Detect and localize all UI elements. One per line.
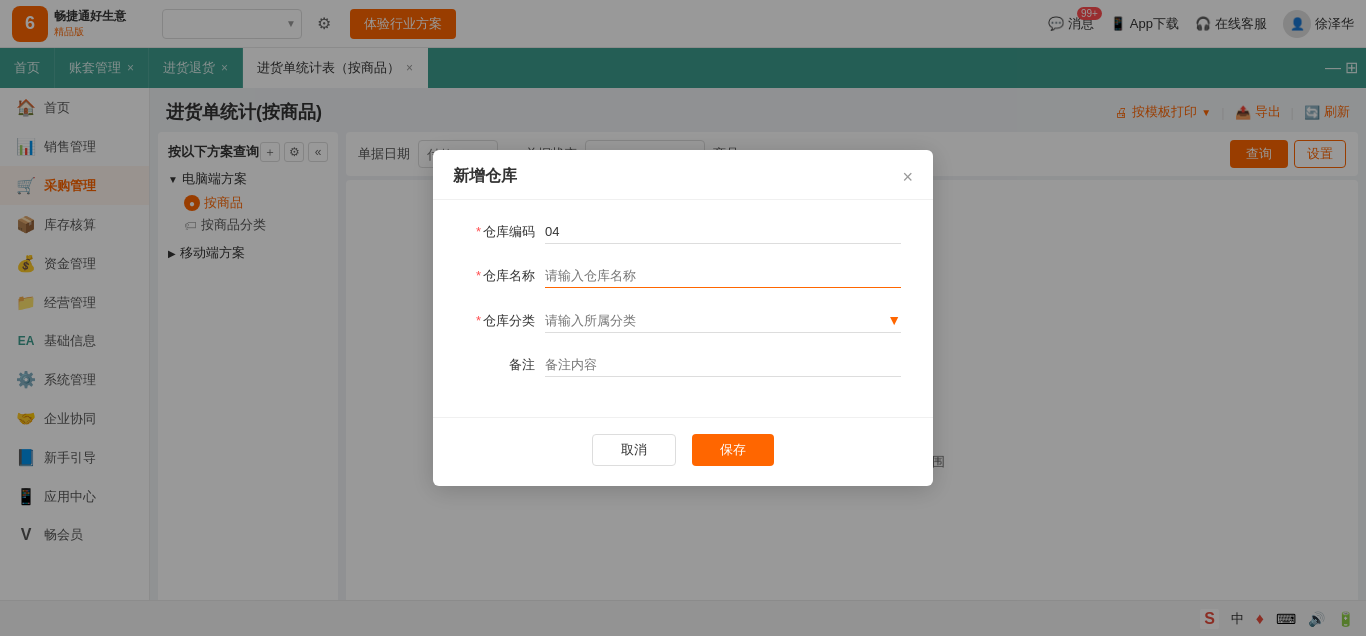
form-row-name: 仓库名称 [465, 264, 901, 288]
modal-footer: 取消 保存 [433, 417, 933, 486]
category-input[interactable] [545, 313, 887, 328]
category-select-wrap[interactable]: ▼ [545, 308, 901, 333]
form-row-category: 仓库分类 ▼ [465, 308, 901, 333]
category-label: 仓库分类 [465, 312, 545, 330]
modal-add-warehouse: 新增仓库 × 仓库编码 仓库名称 仓库分类 ▼ [433, 150, 933, 486]
cancel-button[interactable]: 取消 [592, 434, 676, 466]
modal-title: 新增仓库 [453, 166, 517, 187]
form-row-remark: 备注 [465, 353, 901, 377]
code-label: 仓库编码 [465, 223, 545, 241]
remark-label: 备注 [465, 356, 545, 374]
modal-overlay[interactable]: 新增仓库 × 仓库编码 仓库名称 仓库分类 ▼ [0, 0, 1366, 636]
modal-close-button[interactable]: × [902, 168, 913, 186]
code-input[interactable] [545, 220, 901, 244]
remark-input[interactable] [545, 353, 901, 377]
name-input[interactable] [545, 264, 901, 288]
save-button[interactable]: 保存 [692, 434, 774, 466]
form-row-code: 仓库编码 [465, 220, 901, 244]
modal-header: 新增仓库 × [433, 150, 933, 200]
modal-body: 仓库编码 仓库名称 仓库分类 ▼ 备注 [433, 200, 933, 417]
category-arrow-icon: ▼ [887, 312, 901, 328]
name-label: 仓库名称 [465, 267, 545, 285]
